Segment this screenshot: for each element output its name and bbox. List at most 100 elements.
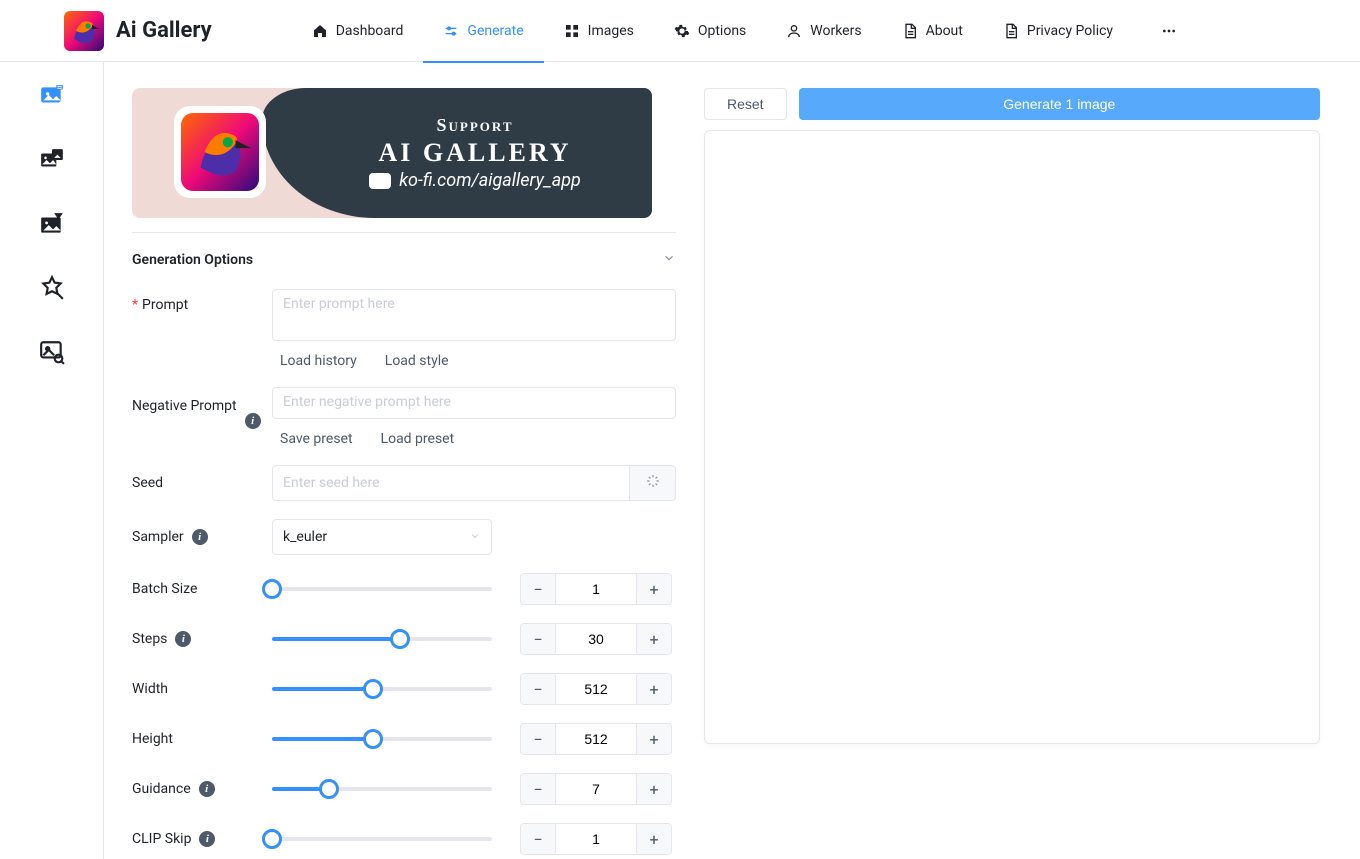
info-icon[interactable]: i — [199, 831, 215, 847]
steps-value[interactable] — [555, 624, 637, 654]
increment-button[interactable]: + — [637, 824, 671, 854]
gear-icon — [674, 23, 690, 39]
width-slider[interactable] — [272, 684, 492, 694]
increment-button[interactable]: + — [637, 774, 671, 804]
kofi-heart-icon: ❤ — [369, 173, 391, 189]
section-title: Generation Options — [132, 252, 253, 268]
guidance-stepper: − + — [520, 773, 672, 805]
seed-input[interactable] — [272, 465, 630, 501]
document-icon — [902, 23, 918, 39]
height-slider[interactable] — [272, 734, 492, 744]
more-icon — [1161, 23, 1177, 39]
info-icon[interactable]: i — [175, 631, 191, 647]
batch-value[interactable] — [555, 574, 637, 604]
grid-icon — [564, 23, 580, 39]
batch-slider[interactable] — [272, 584, 492, 594]
increment-button[interactable]: + — [637, 624, 671, 654]
nav-label: Generate — [467, 23, 523, 39]
logo-icon — [64, 11, 104, 51]
nav-generate[interactable]: Generate — [423, 0, 543, 62]
banner-title-text: AI GALLERY — [378, 138, 571, 168]
support-banner[interactable]: Support AI GALLERY ❤ ko-fi.com/aigallery… — [132, 88, 652, 218]
document-icon — [1003, 23, 1019, 39]
load-style-link[interactable]: Load style — [385, 353, 449, 369]
sampler-label: Sampler — [132, 529, 184, 545]
sidebar-item-magic[interactable] — [38, 274, 66, 302]
clipskip-value[interactable] — [555, 824, 637, 854]
image-preview-panel — [704, 130, 1320, 744]
sliders-icon — [443, 23, 459, 39]
steps-stepper: − + — [520, 623, 672, 655]
guidance-value[interactable] — [555, 774, 637, 804]
seed-label: Seed — [132, 475, 163, 491]
save-preset-link[interactable]: Save preset — [280, 431, 353, 447]
negative-label: Negative Prompt — [132, 395, 237, 419]
decrement-button[interactable]: − — [521, 724, 555, 754]
nav-about[interactable]: About — [882, 0, 983, 62]
prompt-input[interactable] — [272, 289, 676, 341]
height-value[interactable] — [555, 724, 637, 754]
width-stepper: − + — [520, 673, 672, 705]
nav-privacy[interactable]: Privacy Policy — [983, 0, 1133, 62]
nav-label: About — [926, 23, 963, 39]
load-preset-link[interactable]: Load preset — [381, 431, 455, 447]
width-value[interactable] — [555, 674, 637, 704]
batch-label: Batch Size — [132, 581, 197, 597]
home-icon — [312, 23, 328, 39]
load-history-link[interactable]: Load history — [280, 353, 357, 369]
increment-button[interactable]: + — [637, 674, 671, 704]
info-icon[interactable]: i — [199, 781, 215, 797]
logo[interactable]: Ai Gallery — [64, 11, 212, 51]
height-stepper: − + — [520, 723, 672, 755]
decrement-button[interactable]: − — [521, 674, 555, 704]
sidebar-item-text2img[interactable] — [38, 82, 66, 110]
steps-label: Steps — [132, 631, 167, 647]
sidebar-item-search-image[interactable] — [38, 338, 66, 366]
steps-slider[interactable] — [272, 634, 492, 644]
reset-button[interactable]: Reset — [704, 88, 787, 120]
chevron-down-icon — [662, 251, 676, 269]
nav-label: Images — [588, 23, 634, 39]
decrement-button[interactable]: − — [521, 624, 555, 654]
negative-prompt-input[interactable] — [272, 387, 676, 419]
banner-kofi-text: ❤ ko-fi.com/aigallery_app — [369, 170, 581, 191]
guidance-slider[interactable] — [272, 784, 492, 794]
nav-options[interactable]: Options — [654, 0, 766, 62]
width-label: Width — [132, 681, 168, 697]
increment-button[interactable]: + — [637, 574, 671, 604]
randomize-seed-button[interactable] — [630, 465, 676, 501]
nav-workers[interactable]: Workers — [766, 0, 881, 62]
generate-button[interactable]: Generate 1 image — [799, 88, 1320, 120]
clipskip-stepper: − + — [520, 823, 672, 855]
top-nav: Dashboard Generate Images Options Worker… — [292, 0, 1197, 62]
nav-dashboard[interactable]: Dashboard — [292, 0, 424, 62]
nav-images[interactable]: Images — [544, 0, 654, 62]
nav-label: Workers — [810, 23, 861, 39]
prompt-label: Prompt — [142, 297, 188, 313]
sampler-value: k_euler — [283, 529, 327, 545]
batch-stepper: − + — [520, 573, 672, 605]
info-icon[interactable]: i — [192, 529, 208, 545]
height-label: Height — [132, 731, 173, 747]
sidebar-item-img2img[interactable] — [38, 146, 66, 174]
top-header: Ai Gallery Dashboard Generate Images Opt… — [0, 0, 1360, 62]
user-icon — [786, 23, 802, 39]
dice-icon — [646, 474, 660, 492]
sidebar-item-inpaint[interactable] — [38, 210, 66, 238]
nav-more[interactable] — [1141, 0, 1197, 62]
clipskip-slider[interactable] — [272, 834, 492, 844]
decrement-button[interactable]: − — [521, 574, 555, 604]
clipskip-label: CLIP Skip — [132, 831, 191, 847]
nav-label: Privacy Policy — [1027, 23, 1113, 39]
info-icon[interactable]: i — [245, 413, 261, 429]
divider — [132, 232, 676, 233]
decrement-button[interactable]: − — [521, 824, 555, 854]
section-header[interactable]: Generation Options — [132, 251, 676, 269]
banner-logo-icon — [174, 106, 266, 198]
nav-label: Options — [698, 23, 746, 39]
decrement-button[interactable]: − — [521, 774, 555, 804]
guidance-label: Guidance — [132, 781, 191, 797]
sidebar — [0, 62, 104, 859]
increment-button[interactable]: + — [637, 724, 671, 754]
sampler-select[interactable]: k_euler — [272, 519, 492, 555]
